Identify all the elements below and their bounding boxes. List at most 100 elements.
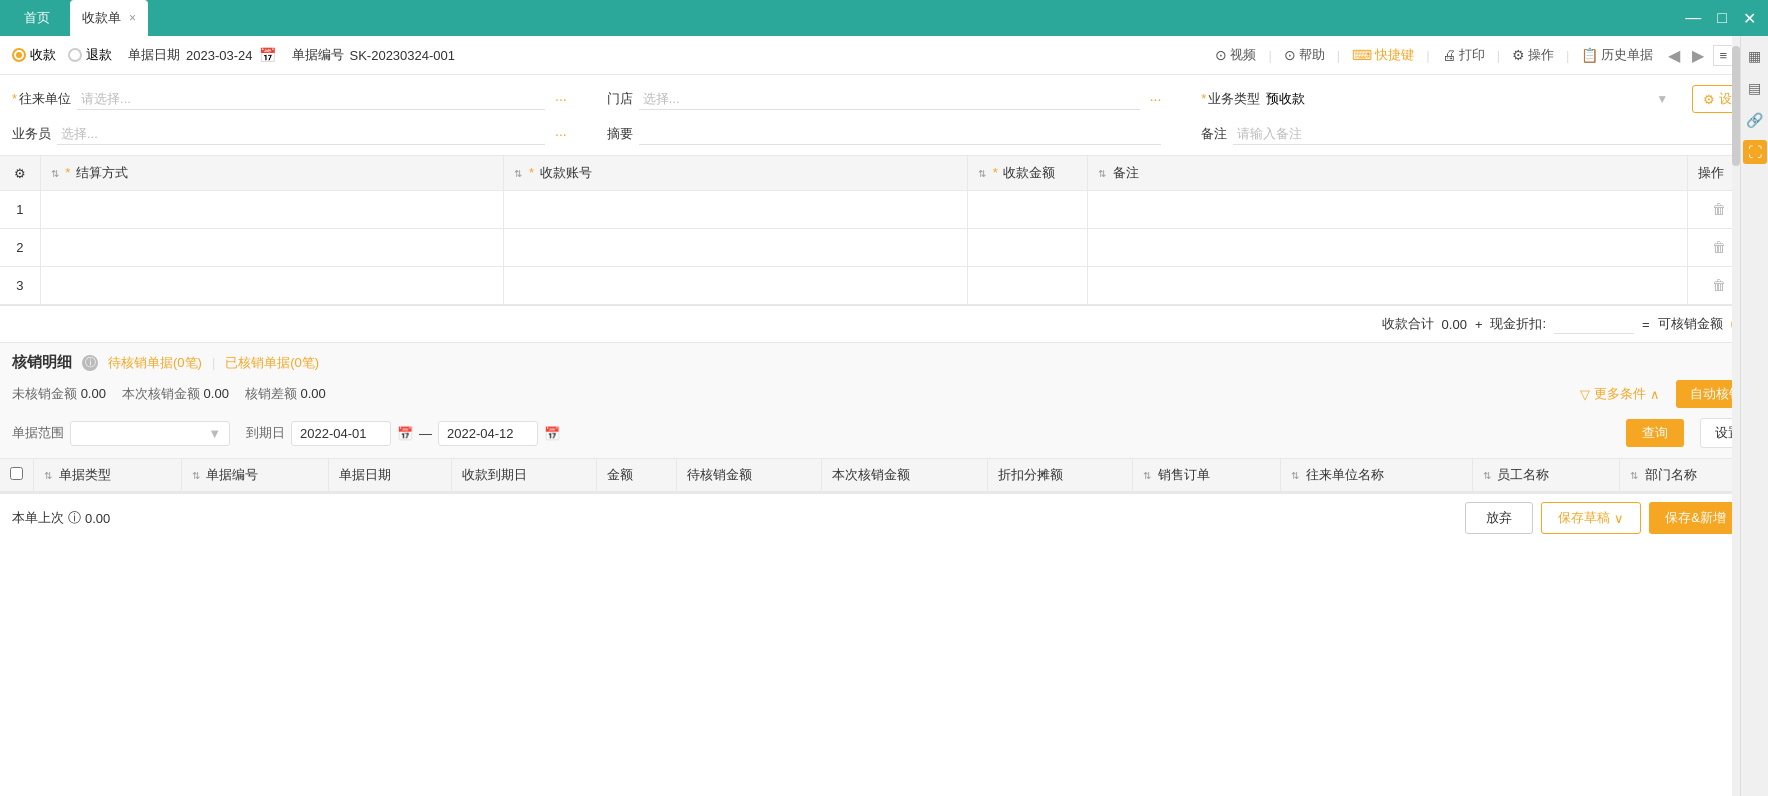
counterpart-more-icon[interactable]: ··· [555, 91, 567, 107]
col-gear-header[interactable]: ⚙ [0, 156, 40, 191]
settlement-cell-2[interactable] [40, 229, 504, 267]
right-panel-list-icon[interactable]: ▤ [1743, 76, 1767, 100]
diff-stat: 核销差额 0.00 [245, 385, 326, 403]
verify-info-icon[interactable]: ⓘ [82, 355, 98, 371]
amount-cell-1[interactable] [968, 191, 1088, 229]
account-cell-1[interactable] [504, 191, 968, 229]
shortcut-label: 快捷键 [1375, 46, 1414, 64]
scrollbar-thumb[interactable] [1732, 46, 1740, 166]
chevron-up-icon: ∧ [1650, 387, 1660, 402]
tab-home[interactable]: 首页 [8, 0, 66, 36]
account-cell-3[interactable] [504, 267, 968, 305]
radio-receipt-label: 收款 [30, 46, 56, 64]
due-date-to-calendar-icon[interactable]: 📅 [544, 426, 560, 441]
shortcut-btn[interactable]: ⌨ 快捷键 [1346, 44, 1420, 66]
query-btn[interactable]: 查询 [1626, 419, 1684, 447]
remark-cell-3[interactable] [1088, 267, 1688, 305]
col-checkbox-header[interactable] [0, 459, 34, 492]
due-date-from-input[interactable] [291, 421, 391, 446]
amount-cell-2[interactable] [968, 229, 1088, 267]
footer-btn-group: 放弃 保存草稿 ∨ 保存&新增 ∨ [1465, 502, 1756, 534]
window-close-icon[interactable]: ✕ [1739, 7, 1760, 30]
help-label: 帮助 [1299, 46, 1325, 64]
window-minimize-icon[interactable]: — [1681, 7, 1705, 29]
filter-icon: ▽ [1580, 387, 1590, 402]
select-all-checkbox[interactable] [10, 467, 23, 480]
radio-receipt[interactable]: 收款 [12, 46, 56, 64]
layout-list-btn[interactable]: ≡ [1713, 45, 1733, 66]
table-row: 1 🗑 ⧉ [0, 191, 1768, 229]
verify-done-tab[interactable]: 已核销单据(0笔) [225, 354, 319, 372]
date-calendar-icon[interactable]: 📅 [259, 47, 276, 63]
query-label: 查询 [1642, 425, 1668, 440]
col-sales-header: ⇅ 销售订单 [1133, 459, 1281, 492]
discount-input[interactable] [1554, 314, 1634, 334]
tab-active-receipt[interactable]: 收款单 × [70, 0, 148, 36]
number-field: 单据编号 SK-20230324-001 [292, 46, 456, 64]
summary-label: 摘要 [607, 125, 633, 143]
col-counterpart-header: ⇅ 往来单位名称 [1281, 459, 1473, 492]
radio-refund-label: 退款 [86, 46, 112, 64]
shop-input[interactable] [639, 88, 1140, 110]
settlement-cell-1[interactable] [40, 191, 504, 229]
col-settlement-header: ⇅ * 结算方式 [40, 156, 504, 191]
shop-more-icon[interactable]: ··· [1150, 91, 1162, 107]
save-draft-btn[interactable]: 保存草稿 ∨ [1541, 502, 1641, 534]
remark-input[interactable] [1233, 123, 1756, 145]
row-num-3: 3 [0, 267, 40, 305]
delete-icon-2[interactable]: 🗑 [1712, 239, 1726, 255]
scrollbar-track[interactable] [1732, 36, 1740, 796]
verify-table: ⇅ 单据类型 ⇅ 单据编号 单据日期 收款到期日 [0, 459, 1768, 492]
col-account-header: ⇅ * 收款账号 [504, 156, 968, 191]
nav-next-btn[interactable]: ▶ [1689, 46, 1707, 65]
print-btn[interactable]: 🖨 打印 [1436, 44, 1491, 66]
right-panel: ▦ ▤ 🔗 ⛶ [1740, 36, 1768, 796]
history-btn[interactable]: 📋 历史单据 [1575, 44, 1659, 66]
remark-cell-1[interactable] [1088, 191, 1688, 229]
history-label: 历史单据 [1601, 46, 1653, 64]
footer-order-label: 本单上次 [12, 509, 64, 527]
biz-type-dropdown-icon[interactable]: ▼ [1656, 92, 1668, 106]
range-select[interactable]: ▼ [70, 421, 230, 446]
verify-pending-tab[interactable]: 待核销单据(0笔) [108, 354, 202, 372]
radio-refund[interactable]: 退款 [68, 46, 112, 64]
ops-btn[interactable]: ⚙ 操作 [1506, 44, 1560, 66]
due-date-to-input[interactable] [438, 421, 538, 446]
right-panel-table-icon[interactable]: ▦ [1743, 44, 1767, 68]
staff-input[interactable] [57, 123, 545, 145]
settlement-cell-3[interactable] [40, 267, 504, 305]
summary-input[interactable] [639, 123, 1162, 145]
due-date-from-calendar-icon[interactable]: 📅 [397, 426, 413, 441]
ops-icon: ⚙ [1512, 47, 1525, 63]
verify-table-wrapper: ⇅ 单据类型 ⇅ 单据编号 单据日期 收款到期日 [0, 459, 1768, 493]
remark-cell-2[interactable] [1088, 229, 1688, 267]
equals-label: = [1642, 317, 1650, 332]
col-type-header: ⇅ 单据类型 [34, 459, 182, 492]
video-icon: ⊙ [1215, 47, 1227, 63]
tab-close-icon[interactable]: × [129, 11, 136, 25]
help-btn[interactable]: ⊙ 帮助 [1278, 44, 1331, 66]
right-panel-expand-icon[interactable]: ⛶ [1743, 140, 1767, 164]
row-num-2: 2 [0, 229, 40, 267]
abandon-btn[interactable]: 放弃 [1465, 502, 1533, 534]
amount-cell-3[interactable] [968, 267, 1088, 305]
row-num-1: 1 [0, 191, 40, 229]
right-panel-link-icon[interactable]: 🔗 [1743, 108, 1767, 132]
delete-icon-1[interactable]: 🗑 [1712, 201, 1726, 217]
footer-info-icon[interactable]: ⓘ [68, 509, 81, 527]
radio-refund-circle [68, 48, 82, 62]
staff-more-icon[interactable]: ··· [555, 126, 567, 142]
history-icon: 📋 [1581, 47, 1598, 63]
counterpart-input[interactable] [77, 88, 545, 110]
delete-icon-3[interactable]: 🗑 [1712, 277, 1726, 293]
video-btn[interactable]: ⊙ 视频 [1209, 44, 1262, 66]
nav-prev-btn[interactable]: ◀ [1665, 46, 1683, 65]
save-draft-chevron-icon: ∨ [1614, 511, 1624, 526]
summary-bar: 收款合计 0.00 + 现金折扣: = 可核销金额 0.00 [0, 306, 1768, 343]
tab-home-label: 首页 [24, 9, 50, 27]
window-maximize-icon[interactable]: □ [1713, 7, 1731, 29]
ops-label: 操作 [1528, 46, 1554, 64]
receipt-table-section: ⚙ ⇅ * 结算方式 ⇅ * 收款账号 [0, 156, 1768, 343]
more-conditions-btn[interactable]: ▽ 更多条件 ∧ [1580, 385, 1660, 403]
account-cell-2[interactable] [504, 229, 968, 267]
